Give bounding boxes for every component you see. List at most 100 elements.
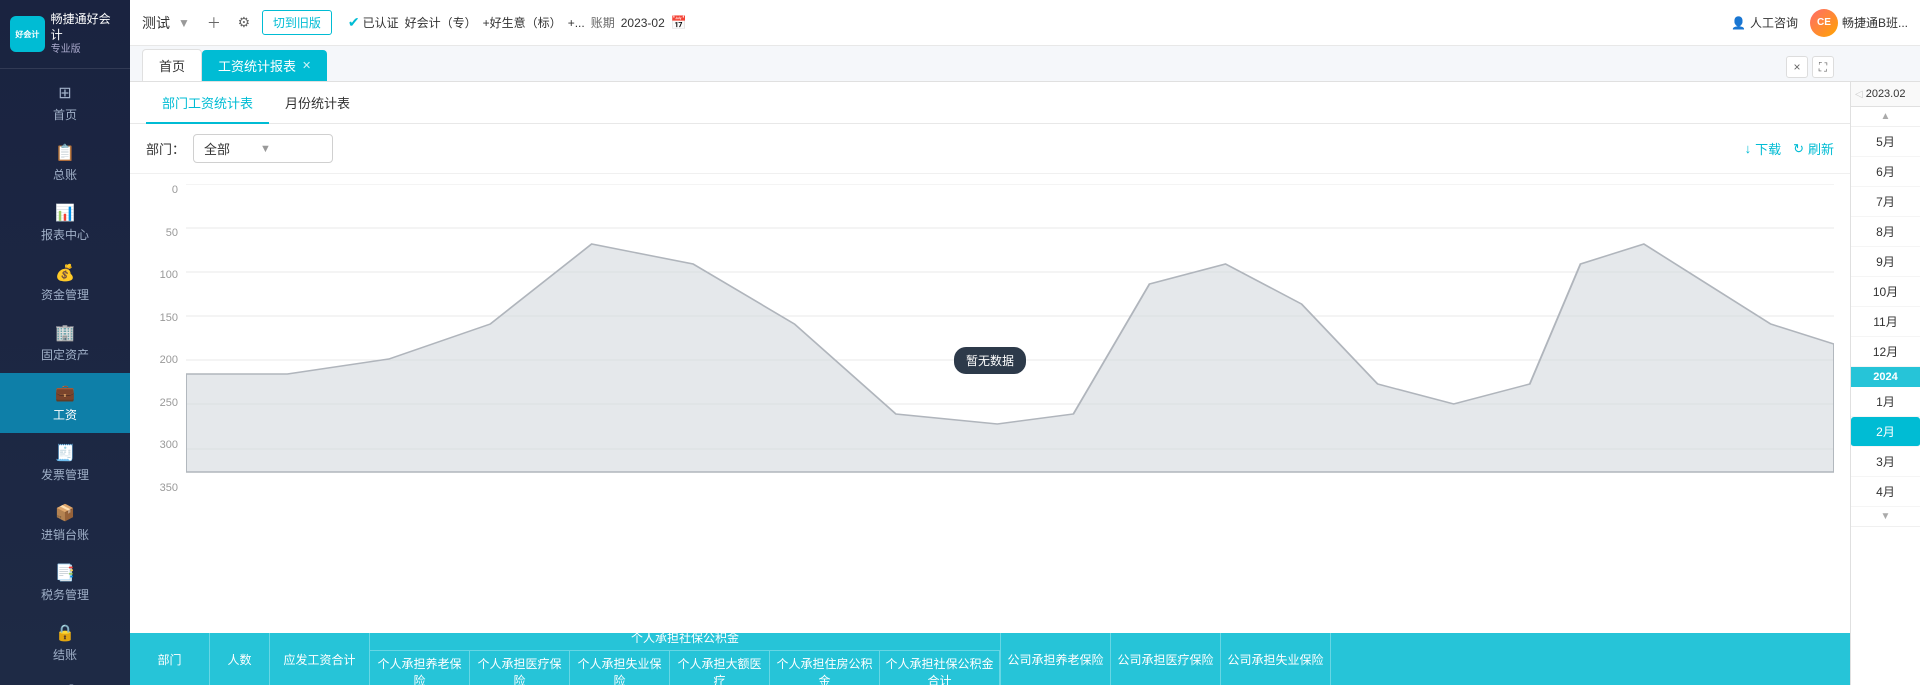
nav-icon-tax: 📑 (55, 563, 75, 583)
date-nav-up-button[interactable]: ▲ (1851, 107, 1920, 127)
add-button[interactable]: ＋ (202, 11, 226, 35)
sidebar-item-salary[interactable]: 💼 工资 (0, 373, 130, 433)
month-item-6[interactable]: 6月 (1851, 157, 1920, 187)
year-label-2024: 2024 (1851, 367, 1920, 387)
user-profile[interactable]: CE 畅捷通B班... (1810, 9, 1908, 37)
month-item-4[interactable]: 4月 (1851, 477, 1920, 507)
tab-home[interactable]: 首页 (142, 49, 202, 81)
logo-icon: 好会计 (10, 16, 45, 52)
nav-label-close: 结账 (53, 646, 77, 663)
status-certified: ✔ 已认证 (348, 14, 399, 31)
header-bar: 测试 ▼ ＋ ⚙ 切到旧版 ✔ 已认证 好会计（专） +好生意（标） +... … (130, 0, 1920, 46)
nav-icon-funds: 💰 (55, 263, 75, 283)
sidebar-nav: ⊞ 首页📋 总账📊 报表中心💰 资金管理🏢 固定资产💼 工资🧾 发票管理📦 (0, 69, 130, 685)
chart-area: 350 300 250 200 150 100 50 0 (130, 174, 1850, 633)
nav-icon-sales: 📦 (55, 503, 75, 523)
header-actions: ＋ ⚙ 切到旧版 (202, 10, 332, 35)
sidebar-item-ledger[interactable]: 📋 总账 (0, 133, 130, 193)
month-item-10[interactable]: 10月 (1851, 277, 1920, 307)
nav-icon-home: ⊞ (58, 83, 71, 103)
status-good-biz: +好生意（标） (483, 14, 562, 31)
nav-icon-ledger: 📋 (55, 143, 75, 163)
th-personal-total: 个人承担社保公积金合计 (880, 651, 1000, 685)
sidebar-item-sales[interactable]: 📦 进销台账 (0, 493, 130, 553)
th-personal-pension: 个人承担养老保险 (370, 651, 470, 685)
month-item-1[interactable]: 1月 (1851, 387, 1920, 417)
date-nav-down-button[interactable]: ▼ (1851, 507, 1920, 527)
tab-home-label: 首页 (159, 56, 185, 75)
tab-salary-report[interactable]: 工资统计报表 ✕ (202, 50, 327, 81)
nav-icon-close: 🔒 (55, 623, 75, 643)
nav-label-home: 首页 (53, 106, 77, 123)
date-display-value: 2023.02 (1866, 88, 1906, 100)
table-header-row: 部门 人数 应发工资合计 个人承担社保公积金 (130, 633, 1850, 685)
sidebar-item-funds[interactable]: 💰 资金管理 (0, 253, 130, 313)
close-panel-button[interactable]: × (1786, 56, 1808, 78)
nav-label-salary: 工资 (53, 406, 77, 423)
sidebar-item-assets[interactable]: 🏢 固定资产 (0, 313, 130, 373)
sub-tab-monthly[interactable]: 月份统计表 (269, 83, 366, 124)
tab-close-icon[interactable]: ✕ (302, 59, 311, 72)
user-avatar: CE (1810, 9, 1838, 37)
th-people: 人数 (210, 633, 270, 685)
chart-wrapper: 350 300 250 200 150 100 50 0 (146, 184, 1834, 524)
nav-label-tax: 税务管理 (41, 586, 89, 603)
th-dept: 部门 (130, 633, 210, 685)
user-query-icon: 👤 (1731, 16, 1746, 30)
period-calendar-icon[interactable]: 📅 (671, 15, 687, 31)
nav-icon-invoice: 🧾 (55, 443, 75, 463)
nav-label-reports: 报表中心 (41, 226, 89, 243)
th-personal-cols: 个人承担养老保险 个人承担医疗保险 个人承担失业保险 个人承担大额医疗 (370, 651, 1000, 685)
switch-old-version-button[interactable]: 切到旧版 (262, 10, 332, 35)
th-gross-salary: 应发工资合计 (270, 633, 370, 685)
date-display: ◁ 2023.02 (1851, 82, 1920, 107)
month-item-9[interactable]: 9月 (1851, 247, 1920, 277)
settings-button[interactable]: ⚙ (232, 11, 256, 35)
content-area: 部门工资统计表 月份统计表 部门： 全部 ▼ ↓ (130, 82, 1920, 685)
app-logo: 好会计 畅捷通好会计 专业版 (0, 0, 130, 69)
period-label: 账期 (591, 14, 615, 31)
month-item-11[interactable]: 11月 (1851, 307, 1920, 337)
month-item-7[interactable]: 7月 (1851, 187, 1920, 217)
nav-icon-salary: 💼 (55, 383, 75, 403)
main-content: 测试 ▼ ＋ ⚙ 切到旧版 ✔ 已认证 好会计（专） +好生意（标） +... … (130, 0, 1920, 685)
nav-label-ledger: 总账 (53, 166, 77, 183)
download-icon: ↓ (1745, 141, 1752, 156)
th-company-unemployment: 公司承担失业保险 (1221, 633, 1331, 685)
dept-label: 部门： (146, 139, 185, 158)
nav-label-assets: 固定资产 (41, 346, 89, 363)
sub-tabs: 部门工资统计表 月份统计表 (130, 82, 1850, 124)
month-item-2-active[interactable]: 2月 (1851, 417, 1920, 447)
sidebar: 好会计 畅捷通好会计 专业版 ⊞ 首页📋 总账📊 报表中心💰 资金管理🏢 固定资… (0, 0, 130, 685)
refresh-button[interactable]: ↻ 刷新 (1793, 139, 1834, 158)
dept-select[interactable]: 全部 ▼ (193, 134, 333, 163)
chart-svg-container (186, 184, 1834, 494)
chart-svg (186, 184, 1834, 494)
tabs-bar: 首页 工资统计报表 ✕ (130, 46, 1920, 82)
month-item-3[interactable]: 3月 (1851, 447, 1920, 477)
sidebar-item-tax[interactable]: 📑 税务管理 (0, 553, 130, 613)
th-personal-large-medical: 个人承担大额医疗 (670, 651, 770, 685)
refresh-icon: ↻ (1793, 141, 1804, 157)
sidebar-item-reports[interactable]: 📊 报表中心 (0, 193, 130, 253)
toolbar-right: ↓ 下载 ↻ 刷新 (1745, 139, 1834, 158)
month-item-5[interactable]: 5月 (1851, 127, 1920, 157)
user-query-btn[interactable]: 👤 人工咨询 (1731, 14, 1798, 31)
chart-y-axis: 350 300 250 200 150 100 50 0 (146, 184, 186, 494)
header-dropdown-arrow[interactable]: ▼ (178, 16, 190, 30)
th-personal-group-header: 个人承担社保公积金 (370, 633, 1000, 651)
sidebar-item-close[interactable]: 🔒 结账 (0, 613, 130, 673)
right-date-sidebar: ◁ 2023.02 ▲ 5月 6月 7月 8月 9月 10月 11月 12月 2… (1850, 82, 1920, 685)
sidebar-item-archive[interactable]: 🗂 归档管理 (0, 673, 130, 685)
sidebar-item-invoice[interactable]: 🧾 发票管理 (0, 433, 130, 493)
download-button[interactable]: ↓ 下载 (1745, 139, 1782, 158)
month-item-8[interactable]: 8月 (1851, 217, 1920, 247)
nav-label-invoice: 发票管理 (41, 466, 89, 483)
sub-tab-dept[interactable]: 部门工资统计表 (146, 83, 269, 124)
th-personal-medical: 个人承担医疗保险 (470, 651, 570, 685)
expand-panel-button[interactable]: ⛶ (1812, 56, 1834, 78)
chart-tooltip: 暂无数据 (954, 347, 1026, 374)
sidebar-item-home[interactable]: ⊞ 首页 (0, 73, 130, 133)
nav-icon-assets: 🏢 (55, 323, 75, 343)
month-item-12[interactable]: 12月 (1851, 337, 1920, 367)
